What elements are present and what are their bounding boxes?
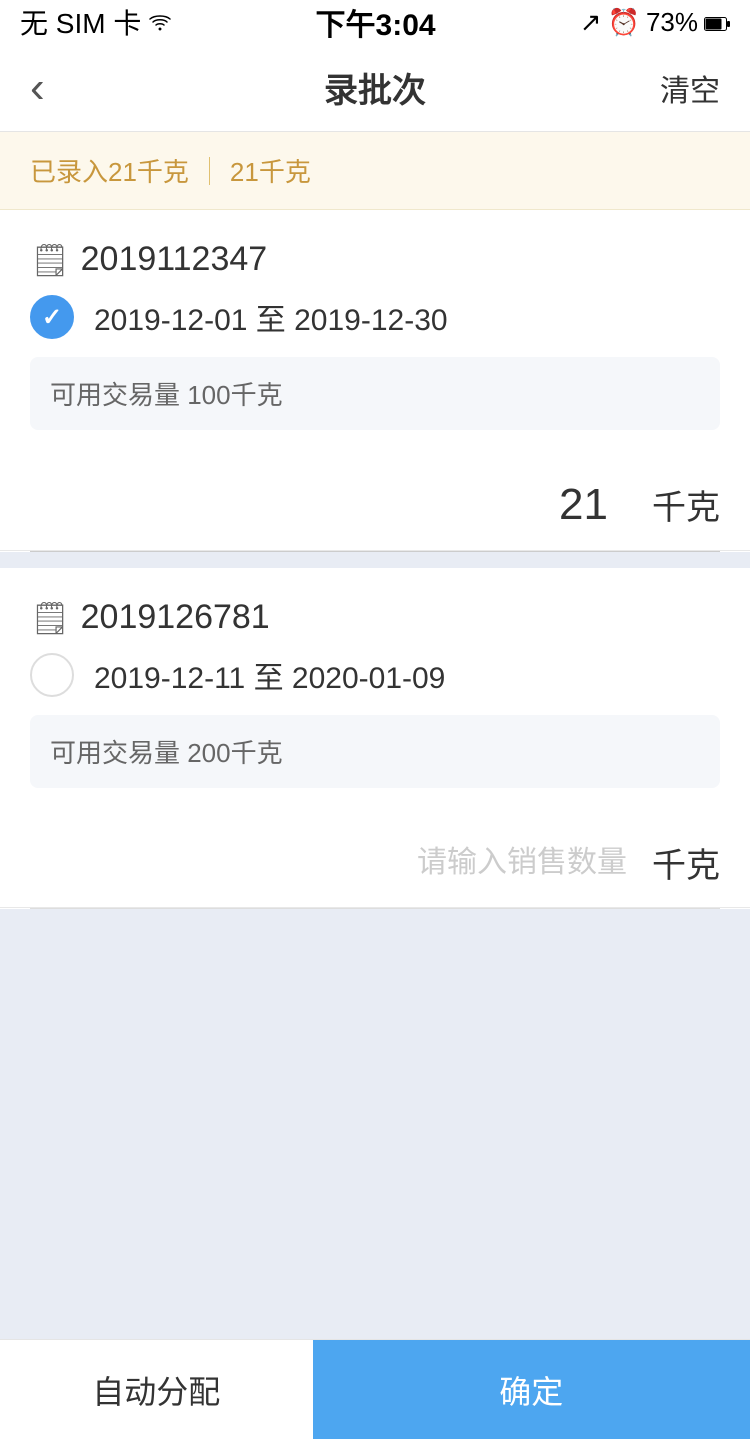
- page-title: 录批次: [324, 63, 426, 112]
- info-banner: 已录入21千克 21千克: [0, 132, 750, 210]
- battery-percent: 73%: [646, 7, 698, 38]
- batch-availability-2: 可用交易量 200千克: [30, 715, 720, 788]
- input-row-2: 千克: [0, 818, 750, 908]
- section-separator: [0, 552, 750, 568]
- batch-card-1: 🗒 2019112347 2019-12-01 至 2019-12-30 可用交…: [0, 210, 750, 552]
- nav-bar: ‹ 录批次 清空: [0, 44, 750, 132]
- batch-doc-icon-1: 🗒: [30, 241, 71, 279]
- status-right: ↗ ⏰ 73%: [580, 7, 730, 38]
- banner-divider: [209, 157, 210, 185]
- wifi-icon: [149, 6, 171, 38]
- back-icon: ‹: [30, 63, 45, 112]
- back-button[interactable]: ‹: [30, 63, 90, 113]
- recorded-label: 已录入21千克: [30, 152, 189, 189]
- auto-distribute-button[interactable]: 自动分配: [0, 1340, 313, 1439]
- sales-quantity-input[interactable]: [30, 846, 642, 880]
- clear-button[interactable]: 清空: [660, 66, 720, 110]
- batch-card-2: 🗒 2019126781 2019-12-11 至 2020-01-09 可用交…: [0, 568, 750, 909]
- bottom-bar: 自动分配 确定: [0, 1339, 750, 1439]
- batch-radio-2[interactable]: [30, 653, 74, 697]
- status-time: 下午3:04: [316, 0, 436, 44]
- alarm-icon: ⏰: [608, 7, 640, 38]
- amount-unit-1: 千克: [652, 480, 720, 529]
- amount-value-1: 21: [559, 480, 608, 530]
- battery-icon: [704, 7, 730, 38]
- batch-id-1: 2019112347: [81, 240, 268, 279]
- batch-id-2: 2019126781: [81, 598, 270, 637]
- input-unit-2: 千克: [652, 838, 720, 887]
- carrier-text: 无 SIM 卡: [20, 2, 141, 42]
- confirm-button[interactable]: 确定: [313, 1340, 750, 1439]
- batch-radio-1[interactable]: [30, 295, 74, 339]
- batch-date-1: 2019-12-01 至 2019-12-30: [94, 295, 448, 339]
- recorded-value: 21千克: [230, 152, 311, 189]
- status-carrier: 无 SIM 卡: [20, 2, 171, 42]
- batch-doc-icon-2: 🗒: [30, 599, 71, 637]
- status-bar: 无 SIM 卡 下午3:04 ↗ ⏰ 73%: [0, 0, 750, 44]
- batch-date-2: 2019-12-11 至 2020-01-09: [94, 653, 445, 697]
- amount-row-1: 21 千克: [0, 460, 750, 551]
- empty-area: [0, 909, 750, 1339]
- location-icon: ↗: [580, 7, 602, 38]
- batch-availability-1: 可用交易量 100千克: [30, 357, 720, 430]
